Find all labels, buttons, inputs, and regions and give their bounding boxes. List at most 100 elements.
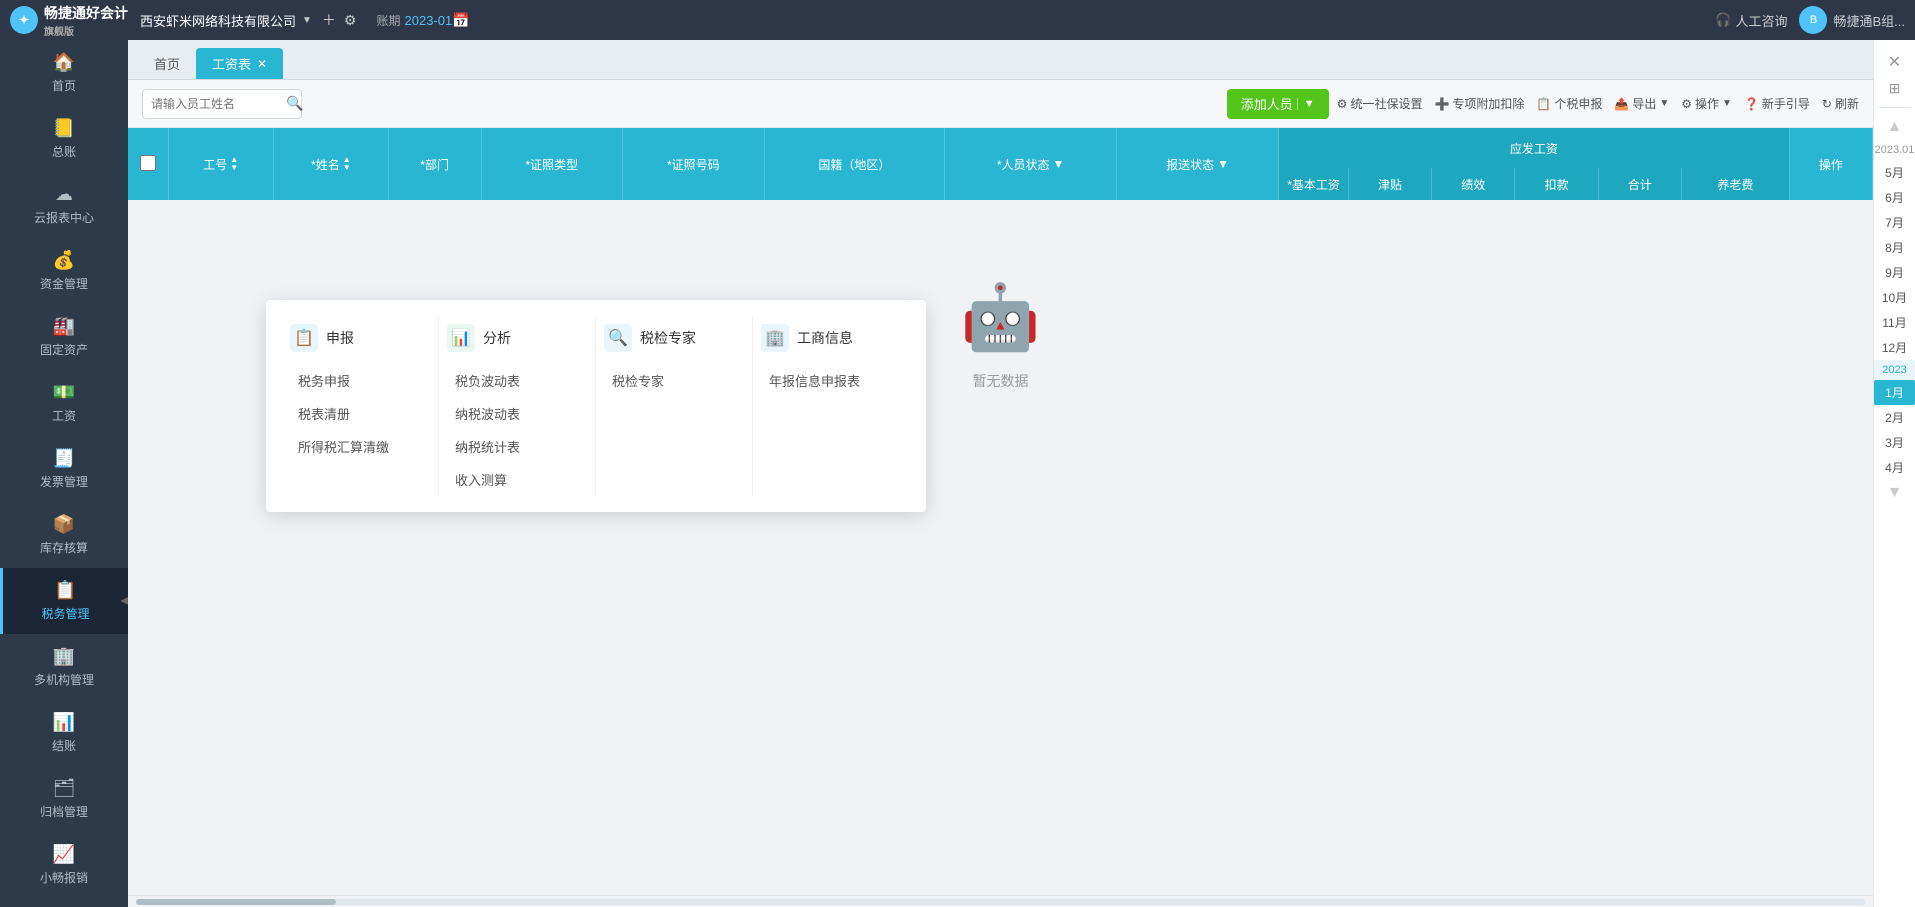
month-1-active[interactable]: 1月 [1874, 380, 1915, 405]
new-guide-btn[interactable]: ❓ 新手引导 [1744, 95, 1810, 112]
sidebar-item-tax[interactable]: 📋 税务管理 ◀ [0, 568, 128, 634]
tab-salary[interactable]: 工资表 ✕ [196, 48, 283, 79]
month-8[interactable]: 8月 [1874, 235, 1915, 260]
sidebar-item-ledger[interactable]: 📒 总账 [0, 106, 128, 172]
status-filter-icon[interactable]: ▼ [1053, 157, 1065, 171]
select-all-checkbox[interactable] [140, 155, 156, 171]
sidebar-item-assets[interactable]: 🏭 固定资产 [0, 304, 128, 370]
refresh-btn[interactable]: ↻ 刷新 [1822, 95, 1859, 112]
dropdown-item-tax-calc[interactable]: 所得税汇算清缴 [290, 430, 430, 463]
sidebar-item-multi[interactable]: 🏢 多机构管理 [0, 634, 128, 700]
th-dept-label: *部门 [420, 158, 449, 172]
service-label: 人工咨询 [1735, 11, 1787, 30]
th-base-salary: *基本工资 [1279, 168, 1349, 200]
tax-report-btn[interactable]: 📋 个税申报 [1536, 95, 1602, 112]
export-btn[interactable]: 📤 导出 ▼ [1614, 95, 1669, 112]
user-menu[interactable]: B 畅捷通B组... [1799, 6, 1905, 34]
data-table: 工号 ▲▼ *姓名 ▲▼ *部门 [128, 128, 1873, 200]
search-input[interactable] [142, 89, 302, 119]
salary-group-label: 应发工资 [1510, 142, 1558, 156]
sidebar-item-basic[interactable]: ⚙ 基础设置 [0, 898, 128, 907]
sidebar-item-archive[interactable]: 🗂 归档管理 [0, 766, 128, 832]
cloud-icon: ☁ [55, 184, 73, 205]
sidebar-item-cloud[interactable]: ☁ 云报表中心 [0, 172, 128, 238]
th-salary-group: 应发工资 [1279, 128, 1789, 168]
dropdown-header-biz: 🏢 工商信息 [761, 316, 902, 364]
dropdown-item-tax-payment[interactable]: 纳税波动表 [447, 397, 587, 430]
dropdown-header-shenba: 📋 申报 [290, 316, 430, 364]
month-7[interactable]: 7月 [1874, 210, 1915, 235]
operation-btn[interactable]: ⚙ 操作 ▼ [1681, 95, 1732, 112]
shenba-label: 申报 [326, 328, 354, 348]
right-panel-close-btn[interactable]: ✕ [1884, 48, 1905, 76]
dropdown-item-tax-stats[interactable]: 纳税统计表 [447, 430, 587, 463]
scroll-down-btn[interactable]: ▼ [1883, 480, 1907, 506]
month-6[interactable]: 6月 [1874, 185, 1915, 210]
dropdown-item-income-calc[interactable]: 收入测算 [447, 463, 587, 496]
tab-home[interactable]: 首页 [138, 48, 196, 79]
operation-icon: ⚙ [1681, 97, 1692, 111]
tax-report-label: 个税申报 [1554, 95, 1602, 112]
settings-icon[interactable]: ⚙ [344, 12, 357, 29]
month-3[interactable]: 3月 [1874, 430, 1915, 455]
toolbar-actions: ⚙ 统一社保设置 ➕ 专项附加扣除 📋 个税申报 📤 导出 ▼ ⚙ [1337, 95, 1859, 112]
month-9[interactable]: 9月 [1874, 260, 1915, 285]
dropdown-item-tax-burden[interactable]: 税负波动表 [447, 364, 587, 397]
content-area: 首页 工资表 ✕ 🔍 添加人员 ▼ ⚙ 统一社保设置 ➕ [128, 40, 1873, 907]
month-5[interactable]: 5月 [1874, 160, 1915, 185]
header-right: 🎧 人工咨询 B 畅捷通B组... [1715, 6, 1905, 34]
name-sort-arrows[interactable]: ▲▼ [343, 156, 351, 172]
tab-salary-close[interactable]: ✕ [257, 57, 267, 71]
sidebar-item-report[interactable]: 📈 小畅报销 [0, 832, 128, 898]
th-report-status: 报送状态 ▼ [1116, 128, 1278, 200]
sidebar-item-home[interactable]: 🏠 首页 [0, 40, 128, 106]
tab-bar: 首页 工资表 ✕ [128, 40, 1873, 80]
id-sort-arrows[interactable]: ▲▼ [230, 156, 238, 172]
right-panel-expand-btn[interactable]: ⊞ [1885, 76, 1905, 101]
sidebar-item-invoice[interactable]: 🧾 发票管理 [0, 436, 128, 502]
dropdown-item-annual-report[interactable]: 年报信息申报表 [761, 364, 902, 397]
dropdown-item-tax-table[interactable]: 税表清册 [290, 397, 430, 430]
scrollbar-thumb[interactable] [136, 899, 336, 905]
month-12[interactable]: 12月 [1874, 335, 1915, 360]
add-person-arrow[interactable]: ▼ [1297, 98, 1315, 110]
th-cert-no: *证照号码 [623, 128, 764, 200]
invoice-icon: 🧾 [53, 448, 75, 469]
export-arrow[interactable]: ▼ [1659, 98, 1669, 109]
operation-arrow[interactable]: ▼ [1722, 98, 1732, 109]
sidebar-item-funds[interactable]: 💰 资金管理 [0, 238, 128, 304]
dropdown-item-tax-report[interactable]: 税务申报 [290, 364, 430, 397]
dropdown-item-expert[interactable]: 税检专家 [604, 364, 744, 397]
month-2[interactable]: 2月 [1874, 405, 1915, 430]
header-icons: ＋ ⚙ [322, 10, 357, 30]
th-deduction-label: 扣款 [1545, 178, 1569, 192]
table-container: 工号 ▲▼ *姓名 ▲▼ *部门 [128, 128, 1873, 895]
add-person-button[interactable]: 添加人员 ▼ [1227, 89, 1329, 119]
user-service-btn[interactable]: 🎧 人工咨询 [1715, 11, 1787, 30]
th-deduction: 扣款 [1515, 168, 1598, 200]
company-dropdown-arrow[interactable]: ▼ [302, 15, 312, 26]
new-guide-icon: ❓ [1744, 97, 1759, 111]
sidebar-item-salary[interactable]: 💵 工资 [0, 370, 128, 436]
th-id-label: 工号 [203, 156, 227, 173]
sidebar-item-settle[interactable]: 📊 结账 [0, 700, 128, 766]
export-icon: 📤 [1614, 97, 1629, 111]
operation-label: 操作 [1695, 95, 1719, 112]
scroll-up-btn[interactable]: ▲ [1883, 114, 1907, 140]
social-security-btn[interactable]: ⚙ 统一社保设置 [1337, 95, 1423, 112]
sidebar-item-inventory[interactable]: 📦 库存核算 [0, 502, 128, 568]
special-deduction-btn[interactable]: ➕ 专项附加扣除 [1434, 95, 1524, 112]
app-subtitle: 旗舰版 [44, 23, 128, 38]
report-filter-icon[interactable]: ▼ [1217, 157, 1229, 171]
company-selector[interactable]: 西安虾米网络科技有限公司 ▼ [140, 11, 312, 30]
scrollbar-track[interactable] [136, 899, 1865, 905]
th-country: 国籍（地区） [764, 128, 945, 200]
month-4[interactable]: 4月 [1874, 455, 1915, 480]
month-10[interactable]: 10月 [1874, 285, 1915, 310]
tax-payment-label: 纳税波动表 [455, 407, 520, 422]
add-company-btn[interactable]: ＋ [322, 10, 336, 30]
calendar-icon[interactable]: 📅 [452, 12, 469, 29]
th-dept: *部门 [388, 128, 481, 200]
th-name-label: *姓名 [311, 156, 340, 173]
month-11[interactable]: 11月 [1874, 310, 1915, 335]
